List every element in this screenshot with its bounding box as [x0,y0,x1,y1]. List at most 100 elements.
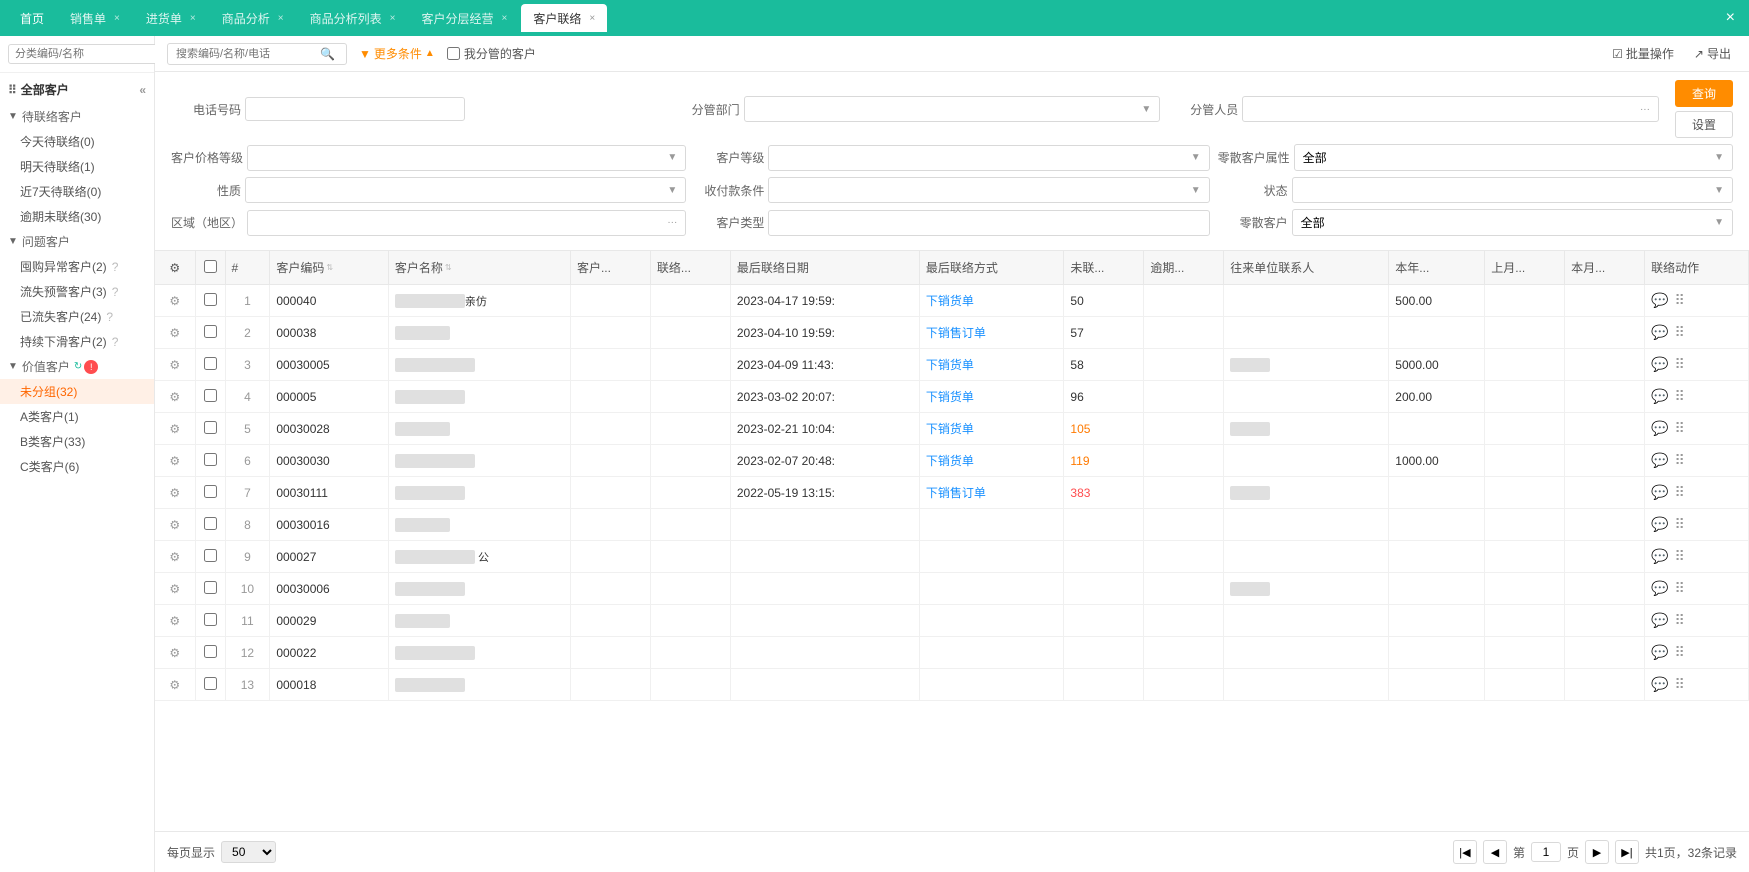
row-checkbox[interactable] [195,477,225,509]
row-checkbox[interactable] [195,605,225,637]
main-search-icon[interactable]: 🔍 [320,47,335,61]
row-gear[interactable]: ⚙ [155,285,195,317]
contact-action-icon[interactable]: 💬 [1651,676,1668,693]
more-conditions-btn[interactable]: ▼ 更多条件 ▲ [359,45,435,62]
sidebar-item-declining[interactable]: 持续下滑客户(2) ? [0,329,154,354]
collapse-icon[interactable]: « [139,83,146,97]
row-checkbox[interactable] [195,445,225,477]
sidebar-item-c-class[interactable]: C类客户(6) [0,454,154,479]
page-number-input[interactable] [1531,842,1561,862]
last-method-link[interactable]: 下销货单 [926,390,974,404]
customer-level-select[interactable]: ▼ [768,145,1209,171]
row-gear[interactable]: ⚙ [155,637,195,669]
export-btn[interactable]: ↗ 导出 [1688,42,1737,65]
more-action-icon[interactable]: ⠿ [1675,516,1685,533]
per-page-select[interactable]: 50 100 200 [221,841,276,863]
close-sales-tab[interactable]: × [114,13,120,24]
dept-select[interactable]: ▼ [744,96,1161,122]
reset-button[interactable]: 设置 [1675,111,1733,138]
row-checkbox[interactable] [195,541,225,573]
sidebar-search-input[interactable] [8,44,164,64]
row-checkbox[interactable] [195,381,225,413]
contact-action-icon[interactable]: 💬 [1651,484,1668,501]
tab-purchase[interactable]: 进货单 × [134,4,208,32]
row-gear[interactable]: ⚙ [155,541,195,573]
manager-select[interactable]: ··· [1242,96,1659,122]
sidebar-item-a-class[interactable]: A类客户(1) [0,404,154,429]
close-purchase-tab[interactable]: × [190,13,196,24]
close-customer-tier-tab[interactable]: × [501,13,507,24]
sidebar-item-hoarding[interactable]: 囤购异常客户(2) ? [0,254,154,279]
retail-attr-select[interactable]: 全部 ▼ [1294,144,1733,171]
contact-action-icon[interactable]: 💬 [1651,420,1668,437]
batch-ops-btn[interactable]: ☑ 批量操作 [1606,42,1680,65]
row-gear[interactable]: ⚙ [155,445,195,477]
my-customers-filter[interactable]: 我分管的客户 [447,45,536,62]
status-select[interactable]: ▼ [1292,177,1733,203]
row-gear[interactable]: ⚙ [155,381,195,413]
row-checkbox[interactable] [195,669,225,701]
close-all-tabs[interactable]: × [1720,9,1741,27]
phone-input[interactable] [245,97,465,121]
row-gear[interactable]: ⚙ [155,413,195,445]
close-analysis-list-tab[interactable]: × [390,13,396,24]
my-customers-checkbox[interactable] [447,47,460,60]
contact-action-icon[interactable]: 💬 [1651,580,1668,597]
select-all-checkbox[interactable] [204,260,217,273]
sidebar-item-churned[interactable]: 已流失客户(24) ? [0,304,154,329]
more-action-icon[interactable]: ⠿ [1675,676,1685,693]
row-gear[interactable]: ⚙ [155,669,195,701]
region-select[interactable]: ··· [247,210,686,236]
more-action-icon[interactable]: ⠿ [1675,612,1685,629]
price-level-select[interactable]: ▼ [247,145,686,171]
contact-action-icon[interactable]: 💬 [1651,292,1668,309]
row-gear[interactable]: ⚙ [155,605,195,637]
row-gear[interactable]: ⚙ [155,317,195,349]
contact-action-icon[interactable]: 💬 [1651,644,1668,661]
row-checkbox[interactable] [195,573,225,605]
more-action-icon[interactable]: ⠿ [1675,452,1685,469]
close-analysis-tab[interactable]: × [278,13,284,24]
problem-customer-group[interactable]: ▼ 问题客户 [0,229,154,254]
query-button[interactable]: 查询 [1675,80,1733,107]
sidebar-item-today[interactable]: 今天待联络(0) [0,129,154,154]
more-action-icon[interactable]: ⠿ [1675,324,1685,341]
tab-customer-tier[interactable]: 客户分层经营 × [409,4,519,32]
row-checkbox[interactable] [195,509,225,541]
sidebar-item-ungrouped[interactable]: 未分组(32) [0,379,154,404]
last-method-link[interactable]: 下销货单 [926,454,974,468]
row-gear[interactable]: ⚙ [155,573,195,605]
more-action-icon[interactable]: ⠿ [1675,420,1685,437]
all-customers-header[interactable]: ⠿ 全部客户 « [0,73,154,104]
contact-action-icon[interactable]: 💬 [1651,612,1668,629]
row-gear[interactable]: ⚙ [155,509,195,541]
contact-action-icon[interactable]: 💬 [1651,356,1668,373]
more-action-icon[interactable]: ⠿ [1675,548,1685,565]
col-checkbox[interactable] [195,251,225,285]
contact-action-icon[interactable]: 💬 [1651,516,1668,533]
tab-analysis-list[interactable]: 商品分析列表 × [298,4,408,32]
payment-select[interactable]: ▼ [768,177,1209,203]
more-action-icon[interactable]: ⠿ [1675,388,1685,405]
last-page-btn[interactable]: ▶| [1615,840,1639,864]
tab-sales[interactable]: 销售单 × [58,4,132,32]
close-customer-contact-tab[interactable]: × [589,13,595,24]
contact-action-icon[interactable]: 💬 [1651,452,1668,469]
retail-customer-select[interactable]: 全部 ▼ [1292,209,1733,236]
last-method-link[interactable]: 下销售订单 [926,326,986,340]
col-code[interactable]: 客户编码 ⇅ [270,251,389,285]
sidebar-item-tomorrow[interactable]: 明天待联络(1) [0,154,154,179]
value-customer-group[interactable]: ▼ 价值客户 ↻ ! [0,354,154,379]
col-name[interactable]: 客户名称 ⇅ [388,251,570,285]
pending-contact-group[interactable]: ▼ 待联络客户 [0,104,154,129]
contact-action-icon[interactable]: 💬 [1651,548,1668,565]
nature-select[interactable]: ▼ [245,177,686,203]
contact-action-icon[interactable]: 💬 [1651,388,1668,405]
row-checkbox[interactable] [195,413,225,445]
row-checkbox[interactable] [195,317,225,349]
next-page-btn[interactable]: ▶ [1585,840,1609,864]
more-action-icon[interactable]: ⠿ [1675,292,1685,309]
row-gear[interactable]: ⚙ [155,349,195,381]
last-method-link[interactable]: 下销货单 [926,358,974,372]
contact-action-icon[interactable]: 💬 [1651,324,1668,341]
